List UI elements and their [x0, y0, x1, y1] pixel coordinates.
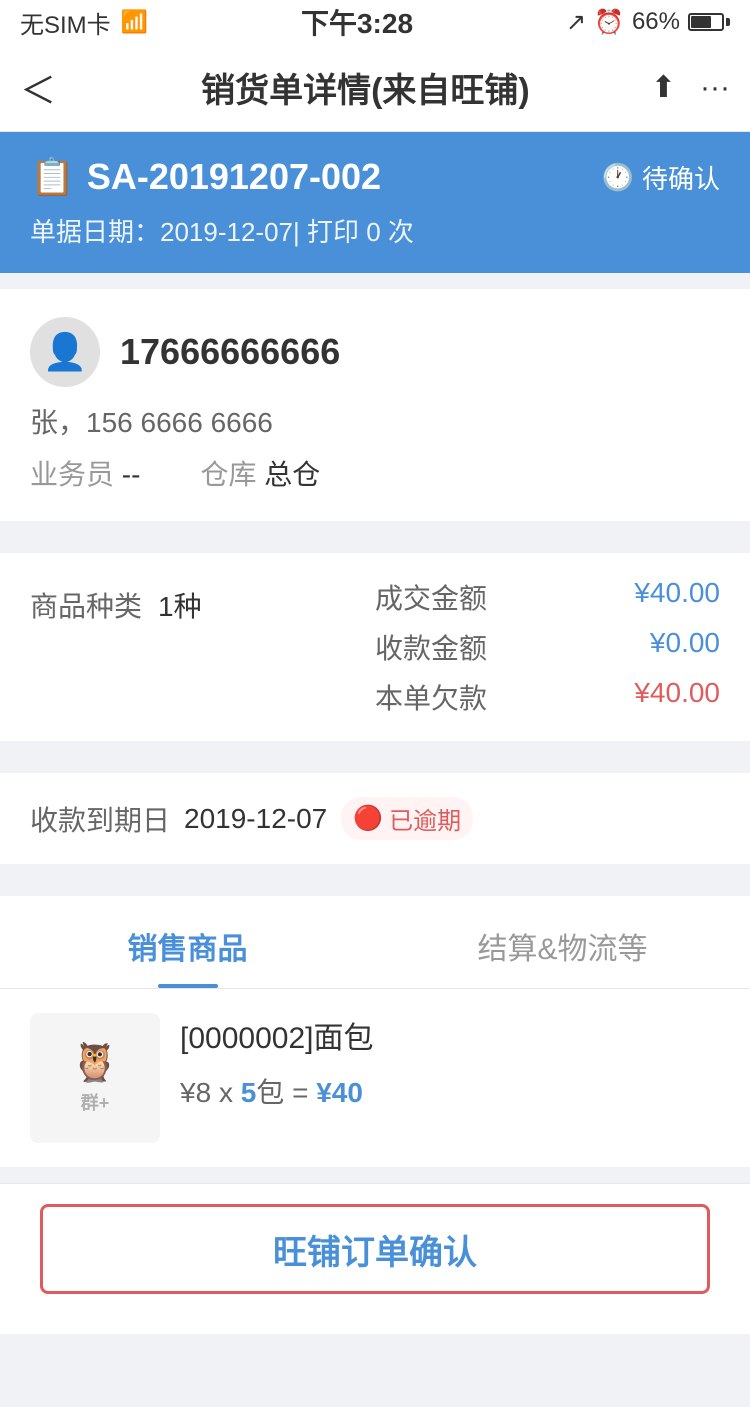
- order-date: 单据日期：2019-12-07| 打印 0 次: [30, 212, 720, 249]
- product-thumbnail: 🦉 群+: [30, 1013, 160, 1143]
- due-section: 收款到期日 2019-12-07 🔴 已逾期: [0, 773, 750, 864]
- alarm-icon: ⏰: [594, 8, 624, 37]
- divider-2: [0, 537, 750, 553]
- summary-section: 商品种类 1种 成交金额 ¥40.00 收款金额 ¥0.00 本单欠款 ¥40.…: [0, 553, 750, 741]
- received-label: 收款金额: [375, 627, 487, 667]
- wifi-icon: 📶: [121, 9, 148, 35]
- status-carrier: 无SIM卡 📶: [20, 5, 148, 40]
- customer-name: 张，156 6666 6666: [30, 401, 720, 441]
- product-type-label: 商品种类: [30, 585, 142, 625]
- multiply-sign: x: [219, 1077, 241, 1108]
- product-type-value: 1种: [158, 585, 202, 625]
- debt-value: ¥40.00: [634, 677, 720, 717]
- product-price: ¥8 x 5包 = ¥40: [180, 1071, 720, 1111]
- summary-right: 成交金额 ¥40.00 收款金额 ¥0.00 本单欠款 ¥40.00: [375, 577, 720, 717]
- battery-icon: [688, 13, 730, 31]
- product-type-item: 商品种类 1种: [30, 577, 375, 633]
- due-date: 2019-12-07: [184, 803, 327, 835]
- warehouse-info: 仓库 总仓: [200, 453, 320, 493]
- divider-1: [0, 273, 750, 289]
- received-value: ¥0.00: [650, 627, 720, 667]
- warehouse-label: 仓库: [200, 459, 256, 490]
- brand-text: 群+: [81, 1089, 110, 1115]
- order-id: 📋 SA-20191207-002: [30, 156, 381, 198]
- product-section: 🦉 群+ [0000002]面包 ¥8 x 5包 = ¥40: [0, 989, 750, 1167]
- bottom-bar: 旺铺订单确认: [0, 1183, 750, 1334]
- owl-icon: 🦉: [71, 1041, 118, 1085]
- back-button[interactable]: ＜: [20, 62, 80, 114]
- status-text: 待确认: [642, 159, 720, 196]
- sales-label: 业务员: [30, 459, 114, 490]
- divider-4: [0, 880, 750, 896]
- status-time: 下午3:28: [301, 2, 413, 42]
- sales-value: --: [122, 459, 141, 490]
- product-total: ¥40: [316, 1077, 363, 1108]
- debt-label: 本单欠款: [375, 677, 487, 717]
- summary-left: 商品种类 1种: [30, 577, 375, 633]
- warehouse-value: 总仓: [264, 459, 320, 490]
- share-icon[interactable]: ⬆: [651, 70, 676, 105]
- divider-3: [0, 757, 750, 773]
- order-id-row: 📋 SA-20191207-002 🕐 待确认: [30, 156, 720, 198]
- location-icon: ↗: [566, 8, 586, 37]
- customer-section: 👤 17666666666 张，156 6666 6666 业务员 -- 仓库 …: [0, 289, 750, 521]
- product-qty: 5: [241, 1077, 257, 1108]
- amount-label: 成交金额: [375, 577, 487, 617]
- product-thumb-inner: 🦉 群+: [71, 1041, 118, 1115]
- status-right: ↗ ⏰ 66%: [566, 8, 730, 37]
- price-unit: ¥8: [180, 1077, 211, 1108]
- tab-products[interactable]: 销售商品: [0, 896, 375, 988]
- product-info: [0000002]面包 ¥8 x 5包 = ¥40: [180, 1013, 720, 1111]
- order-id-text: SA-20191207-002: [87, 156, 381, 198]
- tabs-row: 销售商品 结算&物流等: [0, 896, 750, 989]
- debt-row: 本单欠款 ¥40.00: [375, 677, 720, 717]
- order-header: 📋 SA-20191207-002 🕐 待确认 单据日期：2019-12-07|…: [0, 132, 750, 273]
- order-status: 🕐 待确认: [602, 159, 720, 196]
- nav-actions: ⬆ ···: [651, 70, 730, 105]
- tabs-section: 销售商品 结算&物流等: [0, 896, 750, 989]
- sales-info: 业务员 --: [30, 453, 140, 493]
- status-clock-icon: 🕐: [602, 162, 634, 193]
- avatar: 👤: [30, 317, 100, 387]
- nav-bar: ＜ 销货单详情(来自旺铺) ⬆ ···: [0, 44, 750, 132]
- equals-sign: =: [292, 1077, 316, 1108]
- overdue-badge: 🔴 已逾期: [341, 797, 473, 840]
- received-row: 收款金额 ¥0.00: [375, 627, 720, 667]
- order-id-icon: 📋: [30, 156, 75, 198]
- customer-phone: 17666666666: [120, 331, 340, 373]
- confirm-button[interactable]: 旺铺订单确认: [40, 1204, 710, 1294]
- more-icon[interactable]: ···: [700, 71, 730, 105]
- product-name: [0000002]面包: [180, 1013, 720, 1057]
- product-item: 🦉 群+ [0000002]面包 ¥8 x 5包 = ¥40: [30, 1013, 720, 1143]
- customer-meta: 业务员 -- 仓库 总仓: [30, 453, 720, 493]
- overdue-icon: 🔴: [353, 804, 383, 833]
- customer-row: 👤 17666666666: [30, 317, 720, 387]
- page-title: 销货单详情(来自旺铺): [80, 63, 651, 112]
- tab-settlement[interactable]: 结算&物流等: [375, 896, 750, 988]
- battery-percent: 66%: [632, 8, 680, 36]
- amount-row: 成交金额 ¥40.00: [375, 577, 720, 617]
- carrier-text: 无SIM卡: [20, 5, 111, 40]
- due-label: 收款到期日: [30, 799, 170, 839]
- amount-value: ¥40.00: [634, 577, 720, 617]
- status-bar: 无SIM卡 📶 下午3:28 ↗ ⏰ 66%: [0, 0, 750, 44]
- overdue-text: 已逾期: [389, 801, 461, 836]
